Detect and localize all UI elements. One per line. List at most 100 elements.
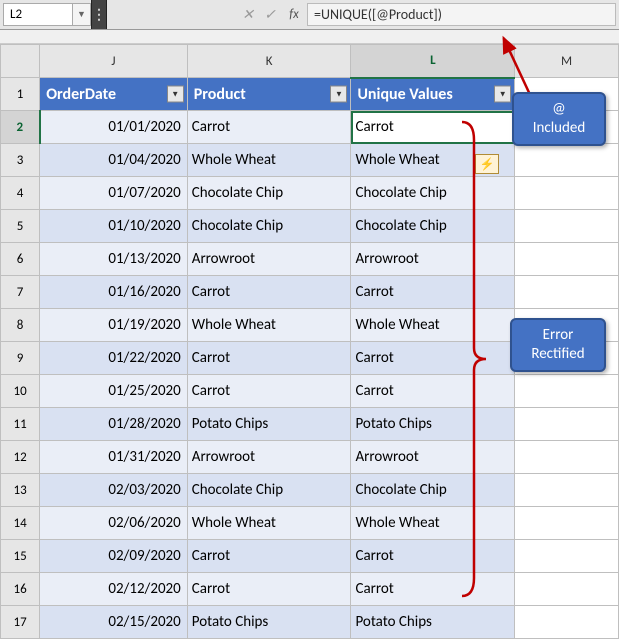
table-row: 1302/03/2020Chocolate ChipChocolate Chip bbox=[1, 474, 619, 507]
row-header-16[interactable]: 16 bbox=[1, 573, 40, 606]
filter-dropdown-icon[interactable]: ▼ bbox=[330, 86, 347, 103]
cell-M14[interactable] bbox=[515, 507, 619, 540]
name-box-dropdown-icon[interactable]: ▼ bbox=[73, 3, 91, 26]
row-header-10[interactable]: 10 bbox=[1, 375, 40, 408]
cell-M6[interactable] bbox=[515, 243, 619, 276]
cell-product[interactable]: Whole Wheat bbox=[187, 144, 351, 177]
cell-M11[interactable] bbox=[515, 408, 619, 441]
row-header-7[interactable]: 7 bbox=[1, 276, 40, 309]
row-header-14[interactable]: 14 bbox=[1, 507, 40, 540]
cell-unique[interactable]: Carrot bbox=[351, 375, 515, 408]
cell-orderdate[interactable]: 01/01/2020 bbox=[40, 111, 188, 144]
table-row: 301/04/2020Whole WheatWhole Wheat bbox=[1, 144, 619, 177]
cell-M12[interactable] bbox=[515, 441, 619, 474]
table-row: 401/07/2020Chocolate ChipChocolate Chip bbox=[1, 177, 619, 210]
cell-unique[interactable]: Whole Wheat bbox=[351, 507, 515, 540]
table-row: 1502/09/2020CarrotCarrot bbox=[1, 540, 619, 573]
cell-orderdate[interactable]: 01/22/2020 bbox=[40, 342, 188, 375]
cell-orderdate[interactable]: 01/19/2020 bbox=[40, 309, 188, 342]
row-header-2[interactable]: 2 bbox=[1, 111, 40, 144]
cell-orderdate[interactable]: 02/06/2020 bbox=[40, 507, 188, 540]
cell-orderdate[interactable]: 01/28/2020 bbox=[40, 408, 188, 441]
cell-M10[interactable] bbox=[515, 375, 619, 408]
table-row: 1101/28/2020Potato ChipsPotato Chips bbox=[1, 408, 619, 441]
cell-orderdate[interactable]: 02/09/2020 bbox=[40, 540, 188, 573]
cell-unique[interactable]: Carrot bbox=[351, 540, 515, 573]
col-header-K[interactable]: K bbox=[187, 45, 351, 78]
cell-M5[interactable] bbox=[515, 210, 619, 243]
cell-product[interactable]: Chocolate Chip bbox=[187, 474, 351, 507]
cell-orderdate[interactable]: 01/16/2020 bbox=[40, 276, 188, 309]
cell-product[interactable]: Whole Wheat bbox=[187, 507, 351, 540]
cell-product[interactable]: Potato Chips bbox=[187, 408, 351, 441]
enter-formula-icon[interactable]: ✓ bbox=[259, 0, 281, 29]
cell-unique[interactable]: Whole Wheat bbox=[351, 309, 515, 342]
cell-M16[interactable] bbox=[515, 573, 619, 606]
table-row: 701/16/2020CarrotCarrot bbox=[1, 276, 619, 309]
table-header-label: Product bbox=[194, 85, 246, 104]
row-header-8[interactable]: 8 bbox=[1, 309, 40, 342]
cell-orderdate[interactable]: 01/04/2020 bbox=[40, 144, 188, 177]
cell-unique[interactable]: Arrowroot bbox=[351, 441, 515, 474]
cell-unique[interactable]: Carrot bbox=[351, 573, 515, 606]
cell-product[interactable]: Whole Wheat bbox=[187, 309, 351, 342]
row-header-17[interactable]: 17 bbox=[1, 606, 40, 639]
cell-product[interactable]: Carrot bbox=[187, 276, 351, 309]
cell-orderdate[interactable]: 02/03/2020 bbox=[40, 474, 188, 507]
cell-M3[interactable] bbox=[515, 144, 619, 177]
cell-unique[interactable]: Potato Chips bbox=[351, 606, 515, 639]
cell-product[interactable]: Arrowroot bbox=[187, 441, 351, 474]
cell-M7[interactable] bbox=[515, 276, 619, 309]
cell-unique[interactable]: Carrot bbox=[351, 111, 515, 144]
name-box[interactable]: L2 bbox=[3, 3, 73, 26]
cell-unique[interactable]: Potato Chips bbox=[351, 408, 515, 441]
cell-unique[interactable]: Carrot bbox=[351, 342, 515, 375]
cell-product[interactable]: Chocolate Chip bbox=[187, 210, 351, 243]
row-header-12[interactable]: 12 bbox=[1, 441, 40, 474]
cell-unique[interactable]: Chocolate Chip bbox=[351, 474, 515, 507]
row-header-9[interactable]: 9 bbox=[1, 342, 40, 375]
formula-input[interactable]: =UNIQUE([@Product]) bbox=[307, 3, 616, 26]
row-header-15[interactable]: 15 bbox=[1, 540, 40, 573]
cell-M17[interactable] bbox=[515, 606, 619, 639]
cell-M4[interactable] bbox=[515, 177, 619, 210]
cell-product[interactable]: Carrot bbox=[187, 573, 351, 606]
cell-product[interactable]: Carrot bbox=[187, 375, 351, 408]
cell-orderdate[interactable]: 02/15/2020 bbox=[40, 606, 188, 639]
table-row: 1201/31/2020ArrowrootArrowroot bbox=[1, 441, 619, 474]
cell-orderdate[interactable]: 01/31/2020 bbox=[40, 441, 188, 474]
cell-M13[interactable] bbox=[515, 474, 619, 507]
row-header-6[interactable]: 6 bbox=[1, 243, 40, 276]
row-header-11[interactable]: 11 bbox=[1, 408, 40, 441]
fx-icon[interactable]: fx bbox=[281, 0, 307, 29]
cancel-formula-icon[interactable]: ✕ bbox=[237, 0, 259, 29]
table-header-orderdate[interactable]: OrderDate ▼ bbox=[40, 78, 188, 111]
cell-product[interactable]: Carrot bbox=[187, 342, 351, 375]
cell-unique[interactable]: Arrowroot bbox=[351, 243, 515, 276]
row-header-5[interactable]: 5 bbox=[1, 210, 40, 243]
col-header-J[interactable]: J bbox=[40, 45, 188, 78]
cell-product[interactable]: Arrowroot bbox=[187, 243, 351, 276]
cell-orderdate[interactable]: 01/07/2020 bbox=[40, 177, 188, 210]
table-header-product[interactable]: Product ▼ bbox=[187, 78, 351, 111]
cell-unique[interactable]: Chocolate Chip bbox=[351, 210, 515, 243]
cell-product[interactable]: Chocolate Chip bbox=[187, 177, 351, 210]
cell-orderdate[interactable]: 02/12/2020 bbox=[40, 573, 188, 606]
cell-orderdate[interactable]: 01/10/2020 bbox=[40, 210, 188, 243]
cell-product[interactable]: Carrot bbox=[187, 540, 351, 573]
cell-orderdate[interactable]: 01/25/2020 bbox=[40, 375, 188, 408]
table-header-unique[interactable]: Unique Values ▼ bbox=[351, 78, 515, 111]
cell-M15[interactable] bbox=[515, 540, 619, 573]
filter-dropdown-icon[interactable]: ▼ bbox=[167, 86, 184, 103]
row-header-4[interactable]: 4 bbox=[1, 177, 40, 210]
select-all-corner[interactable] bbox=[1, 45, 40, 78]
cell-orderdate[interactable]: 01/13/2020 bbox=[40, 243, 188, 276]
cell-unique[interactable]: Carrot bbox=[351, 276, 515, 309]
table-row: 501/10/2020Chocolate ChipChocolate Chip bbox=[1, 210, 619, 243]
cell-product[interactable]: Carrot bbox=[187, 111, 351, 144]
row-header-3[interactable]: 3 bbox=[1, 144, 40, 177]
cell-unique[interactable]: Chocolate Chip bbox=[351, 177, 515, 210]
row-header-13[interactable]: 13 bbox=[1, 474, 40, 507]
row-header-1[interactable]: 1 bbox=[1, 78, 40, 111]
cell-product[interactable]: Potato Chips bbox=[187, 606, 351, 639]
